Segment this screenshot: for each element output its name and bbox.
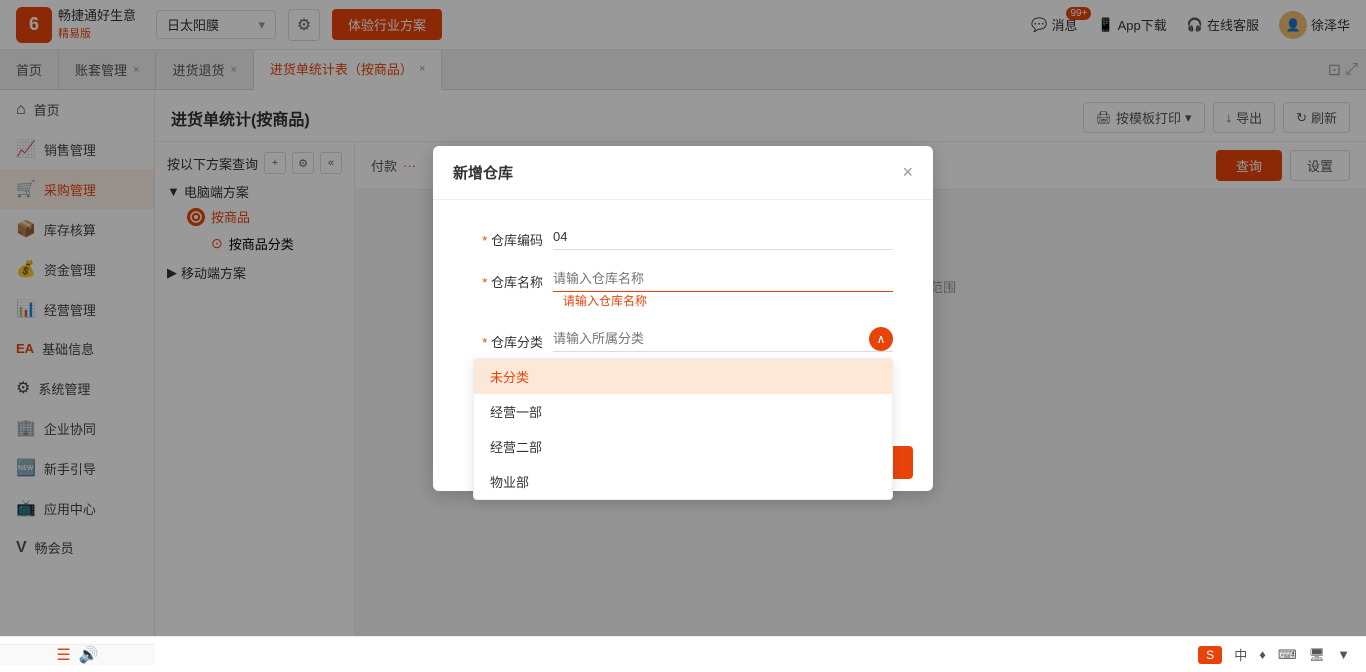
category-label: * 仓库分类 [473, 326, 553, 351]
dropdown-option-dept1[interactable]: 经营一部 [474, 394, 892, 429]
code-field-row: * 仓库编码 [473, 224, 893, 250]
statusbar-right: S 中 ♦ ⌨ 🖥 ▼ [1198, 645, 1366, 664]
modal-close-button[interactable]: × [902, 163, 913, 181]
name-input[interactable] [553, 266, 893, 292]
code-label: * 仓库编码 [473, 224, 553, 249]
chevron-up-icon: ∧ [877, 332, 886, 346]
name-label: * 仓库名称 [473, 266, 553, 291]
category-dropdown-list: 未分类 经营一部 经营二部 物业部 [473, 358, 893, 500]
statusbar-arrow: ▼ [1337, 647, 1350, 662]
statusbar-zh: 中 [1234, 645, 1247, 664]
category-field-row: * 仓库分类 ∧ 未分类 经营一部 经营二部 物业部 [473, 326, 893, 352]
category-dropdown-wrapper: ∧ 未分类 经营一部 经营二部 物业部 [553, 326, 893, 352]
volume-icon: 🔊 [79, 645, 99, 665]
modal-overlay: 新增仓库 × * 仓库编码 * 仓库名称 [0, 0, 1366, 636]
dropdown-option-dept2[interactable]: 经营二部 [474, 429, 892, 464]
dropdown-option-uncategorized[interactable]: 未分类 [474, 359, 892, 394]
required-star-name: * [482, 275, 487, 290]
modal-header: 新增仓库 × [433, 146, 933, 200]
code-input[interactable] [553, 224, 893, 250]
statusbar-dot: ♦ [1259, 647, 1266, 662]
required-star-code: * [482, 233, 487, 248]
statusbar-keyboard: ⌨ [1278, 647, 1297, 663]
required-star-category: * [482, 335, 487, 350]
statusbar-s-button[interactable]: S [1198, 646, 1222, 664]
category-input[interactable] [553, 326, 893, 352]
modal-title: 新增仓库 [453, 162, 513, 183]
dropdown-option-property[interactable]: 物业部 [474, 464, 892, 499]
name-error-msg: 请输入仓库名称 [563, 294, 647, 308]
expand-sidebar[interactable]: ☰ 🔊 [0, 644, 155, 665]
name-field-row: * 仓库名称 请输入仓库名称 [473, 266, 893, 310]
statusbar-monitor: 🖥 [1309, 647, 1326, 663]
expand-icon: ☰ [56, 645, 70, 665]
new-warehouse-modal: 新增仓库 × * 仓库编码 * 仓库名称 [433, 146, 933, 491]
modal-body: * 仓库编码 * 仓库名称 请输入仓库名称 [433, 200, 933, 434]
status-bar: ☰ 🔊 S 中 ♦ ⌨ 🖥 ▼ [0, 636, 1366, 672]
category-dropdown-toggle[interactable]: ∧ [869, 327, 893, 351]
